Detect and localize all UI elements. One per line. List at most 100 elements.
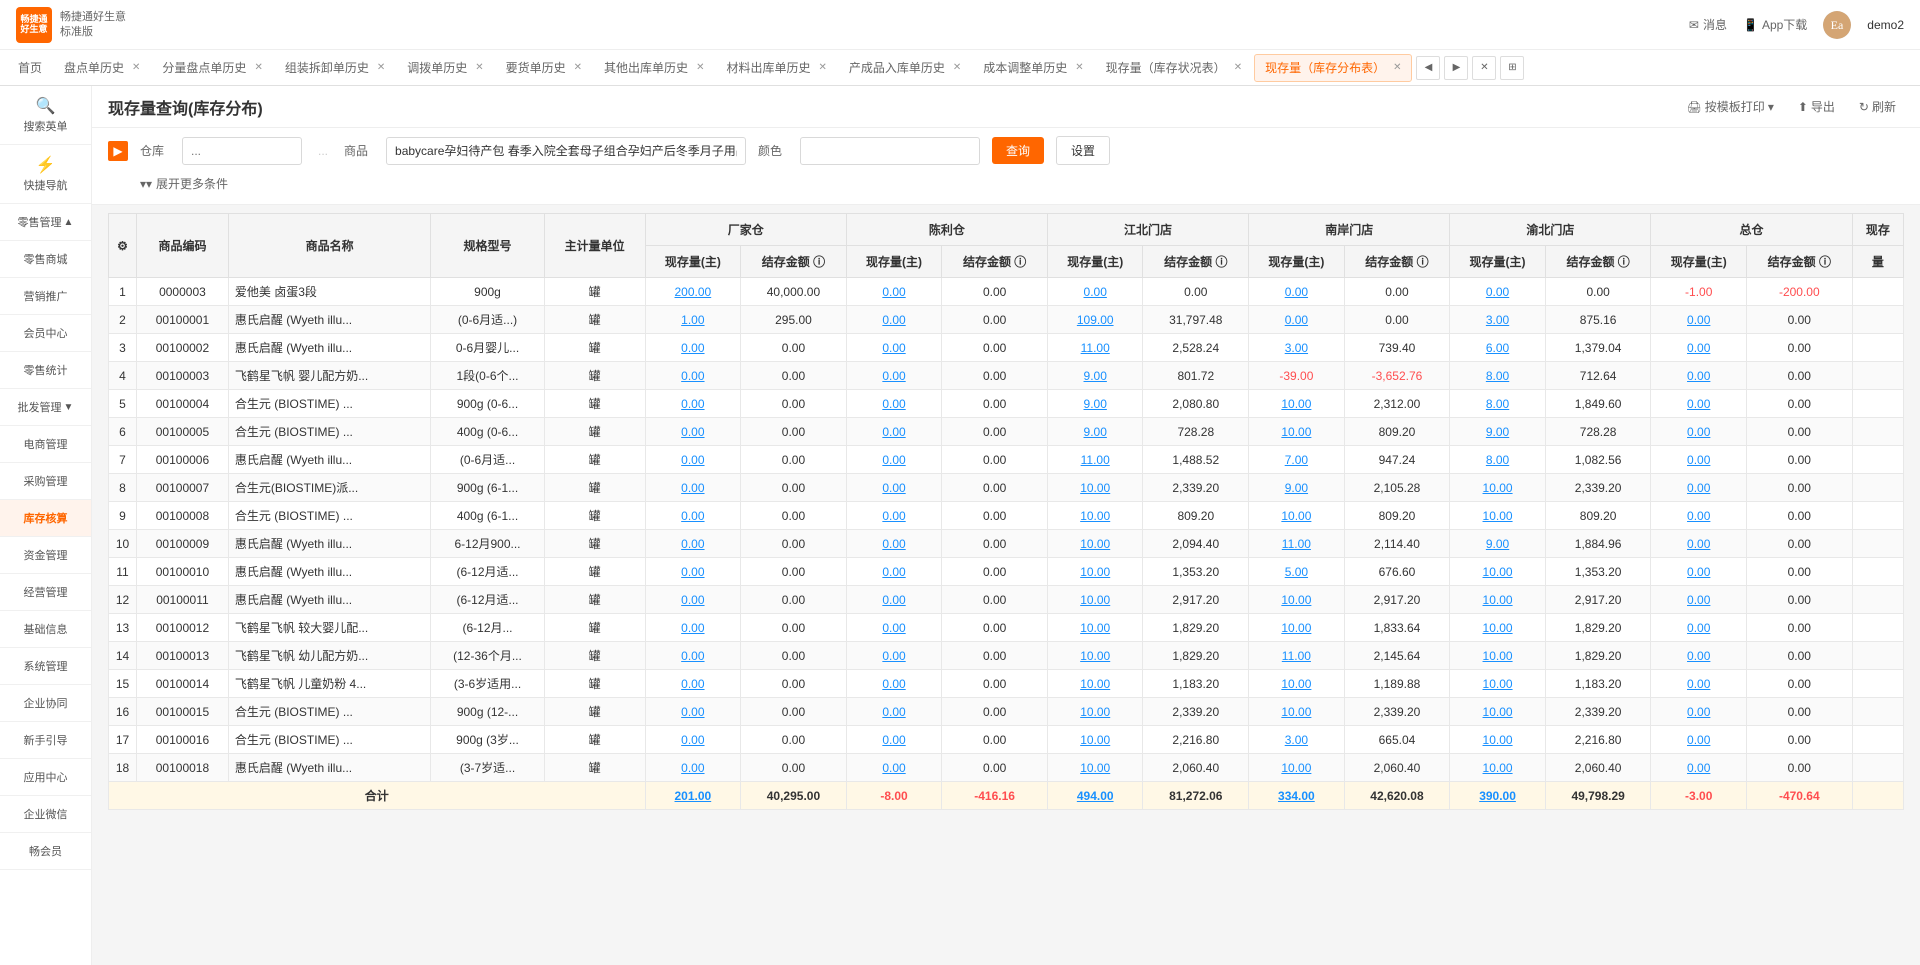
row-yb-qty[interactable]: 6.00 xyxy=(1450,334,1546,362)
tab-close-icon[interactable]: ✕ xyxy=(254,62,262,73)
tab-partial-stock-check[interactable]: 分量盘点单历史 ✕ xyxy=(152,54,272,82)
refresh-btn[interactable]: ↻ 刷新 xyxy=(1851,94,1904,119)
row-jb-qty[interactable]: 10.00 xyxy=(1047,754,1143,782)
sidebar-item-member2[interactable]: 畅会员 xyxy=(0,833,91,870)
sidebar-item-enterprise[interactable]: 企业协同 xyxy=(0,685,91,722)
sidebar-item-purchase[interactable]: 采购管理 xyxy=(0,463,91,500)
summary-yb-qty[interactable]: 390.00 xyxy=(1450,782,1546,810)
tab-close-icon[interactable]: ✕ xyxy=(475,62,483,73)
goods-input[interactable] xyxy=(386,137,746,165)
row-jb-qty[interactable]: 11.00 xyxy=(1047,446,1143,474)
row-cl-qty[interactable]: 0.00 xyxy=(846,278,942,306)
row-jb-qty[interactable]: 10.00 xyxy=(1047,586,1143,614)
row-jb-qty[interactable]: 0.00 xyxy=(1047,278,1143,306)
row-tot-qty[interactable]: 0.00 xyxy=(1651,754,1747,782)
sidebar-item-wholesale[interactable]: 批发管理 ▼ xyxy=(0,389,91,426)
sidebar-item-retail-stats[interactable]: 零售统计 xyxy=(0,352,91,389)
query-btn[interactable]: 查询 xyxy=(992,137,1044,164)
row-tot-qty[interactable]: 0.00 xyxy=(1651,474,1747,502)
row-tot-qty[interactable]: 0.00 xyxy=(1651,670,1747,698)
row-yb-qty[interactable]: 10.00 xyxy=(1450,558,1546,586)
row-na-qty[interactable]: 11.00 xyxy=(1249,642,1345,670)
sidebar-item-system[interactable]: 系统管理 xyxy=(0,648,91,685)
row-yb-qty[interactable]: 10.00 xyxy=(1450,614,1546,642)
tab-close-icon[interactable]: ✕ xyxy=(1393,62,1401,73)
row-cl-qty[interactable]: 0.00 xyxy=(846,446,942,474)
row-na-qty[interactable]: 10.00 xyxy=(1249,614,1345,642)
row-cl-qty[interactable]: 0.00 xyxy=(846,362,942,390)
summary-na-qty[interactable]: 334.00 xyxy=(1249,782,1345,810)
row-jb-qty[interactable]: 10.00 xyxy=(1047,642,1143,670)
row-f-qty[interactable]: 0.00 xyxy=(645,642,741,670)
row-yb-qty[interactable]: 10.00 xyxy=(1450,726,1546,754)
warehouse-input[interactable] xyxy=(182,137,302,165)
row-cl-qty[interactable]: 0.00 xyxy=(846,474,942,502)
row-tot-qty[interactable]: 0.00 xyxy=(1651,362,1747,390)
row-tot-qty[interactable]: 0.00 xyxy=(1651,698,1747,726)
row-na-qty[interactable]: 7.00 xyxy=(1249,446,1345,474)
row-yb-qty[interactable]: 10.00 xyxy=(1450,586,1546,614)
sidebar-item-ecommerce[interactable]: 电商管理 xyxy=(0,426,91,463)
row-jb-qty[interactable]: 11.00 xyxy=(1047,334,1143,362)
row-f-qty[interactable]: 0.00 xyxy=(645,390,741,418)
summary-jb-qty[interactable]: 494.00 xyxy=(1047,782,1143,810)
row-na-qty[interactable]: 0.00 xyxy=(1249,278,1345,306)
row-cl-qty[interactable]: 0.00 xyxy=(846,670,942,698)
row-na-qty[interactable]: 10.00 xyxy=(1249,670,1345,698)
row-cl-qty[interactable]: 0.00 xyxy=(846,306,942,334)
row-yb-qty[interactable]: 10.00 xyxy=(1450,474,1546,502)
table-container[interactable]: ⚙ 商品编码 商品名称 规格型号 主计量单位 厂家仓 陈利仓 江北门店 南岸门店… xyxy=(92,205,1920,965)
row-tot-qty[interactable]: 0.00 xyxy=(1651,530,1747,558)
row-tot-qty[interactable]: 0.00 xyxy=(1651,446,1747,474)
tab-close-icon[interactable]: ✕ xyxy=(1234,62,1242,73)
expand-more-btn[interactable]: ▾▾ 展开更多条件 xyxy=(132,171,236,196)
row-cl-qty[interactable]: 0.00 xyxy=(846,726,942,754)
summary-f-qty[interactable]: 201.00 xyxy=(645,782,741,810)
row-yb-qty[interactable]: 3.00 xyxy=(1450,306,1546,334)
row-na-qty[interactable]: 10.00 xyxy=(1249,418,1345,446)
row-tot-qty[interactable]: 0.00 xyxy=(1651,642,1747,670)
tab-stock-check-history[interactable]: 盘点单历史 ✕ xyxy=(54,54,150,82)
row-cl-qty[interactable]: 0.00 xyxy=(846,558,942,586)
row-cl-qty[interactable]: 0.00 xyxy=(846,390,942,418)
row-cl-qty[interactable]: 0.00 xyxy=(846,698,942,726)
row-yb-qty[interactable]: 10.00 xyxy=(1450,502,1546,530)
row-jb-qty[interactable]: 10.00 xyxy=(1047,474,1143,502)
sidebar-item-quicknav[interactable]: ⚡ 快捷导航 xyxy=(0,145,91,204)
tab-close-icon[interactable]: ✕ xyxy=(953,62,961,73)
row-f-qty[interactable]: 0.00 xyxy=(645,474,741,502)
row-jb-qty[interactable]: 10.00 xyxy=(1047,530,1143,558)
tab-order-history[interactable]: 要货单历史 ✕ xyxy=(496,54,592,82)
tab-assembly-history[interactable]: 组装拆卸单历史 ✕ xyxy=(275,54,395,82)
row-f-qty[interactable]: 200.00 xyxy=(645,278,741,306)
tab-stock-distribution[interactable]: 现存量（库存分布表） ✕ xyxy=(1254,54,1412,82)
row-cl-qty[interactable]: 0.00 xyxy=(846,642,942,670)
user-avatar[interactable] xyxy=(1823,11,1851,39)
sidebar-item-operations[interactable]: 经营管理 xyxy=(0,574,91,611)
tab-close-icon[interactable]: ✕ xyxy=(696,62,704,73)
row-na-qty[interactable]: 10.00 xyxy=(1249,586,1345,614)
row-f-qty[interactable]: 0.00 xyxy=(645,502,741,530)
row-tot-qty[interactable]: 0.00 xyxy=(1651,726,1747,754)
row-f-qty[interactable]: 0.00 xyxy=(645,334,741,362)
row-f-qty[interactable]: 0.00 xyxy=(645,530,741,558)
row-yb-qty[interactable]: 8.00 xyxy=(1450,390,1546,418)
row-f-qty[interactable]: 0.00 xyxy=(645,418,741,446)
tab-expand-btn[interactable]: ⊞ xyxy=(1500,56,1524,80)
row-na-qty[interactable]: 3.00 xyxy=(1249,334,1345,362)
row-yb-qty[interactable]: 9.00 xyxy=(1450,418,1546,446)
row-na-qty[interactable]: 9.00 xyxy=(1249,474,1345,502)
row-f-qty[interactable]: 0.00 xyxy=(645,446,741,474)
row-f-qty[interactable]: 1.00 xyxy=(645,306,741,334)
row-cl-qty[interactable]: 0.00 xyxy=(846,614,942,642)
row-tot-qty[interactable]: 0.00 xyxy=(1651,586,1747,614)
row-jb-qty[interactable]: 9.00 xyxy=(1047,390,1143,418)
app-download-btn[interactable]: 📱 App下载 xyxy=(1743,16,1807,33)
row-cl-qty[interactable]: 0.00 xyxy=(846,754,942,782)
row-tot-qty[interactable]: 0.00 xyxy=(1651,418,1747,446)
row-na-qty[interactable]: 10.00 xyxy=(1249,754,1345,782)
tab-material-out-history[interactable]: 材料出库单历史 ✕ xyxy=(716,54,836,82)
row-tot-qty[interactable]: 0.00 xyxy=(1651,502,1747,530)
tab-product-in-history[interactable]: 产成品入库单历史 ✕ xyxy=(839,54,971,82)
row-tot-qty[interactable]: -1.00 xyxy=(1651,278,1747,306)
